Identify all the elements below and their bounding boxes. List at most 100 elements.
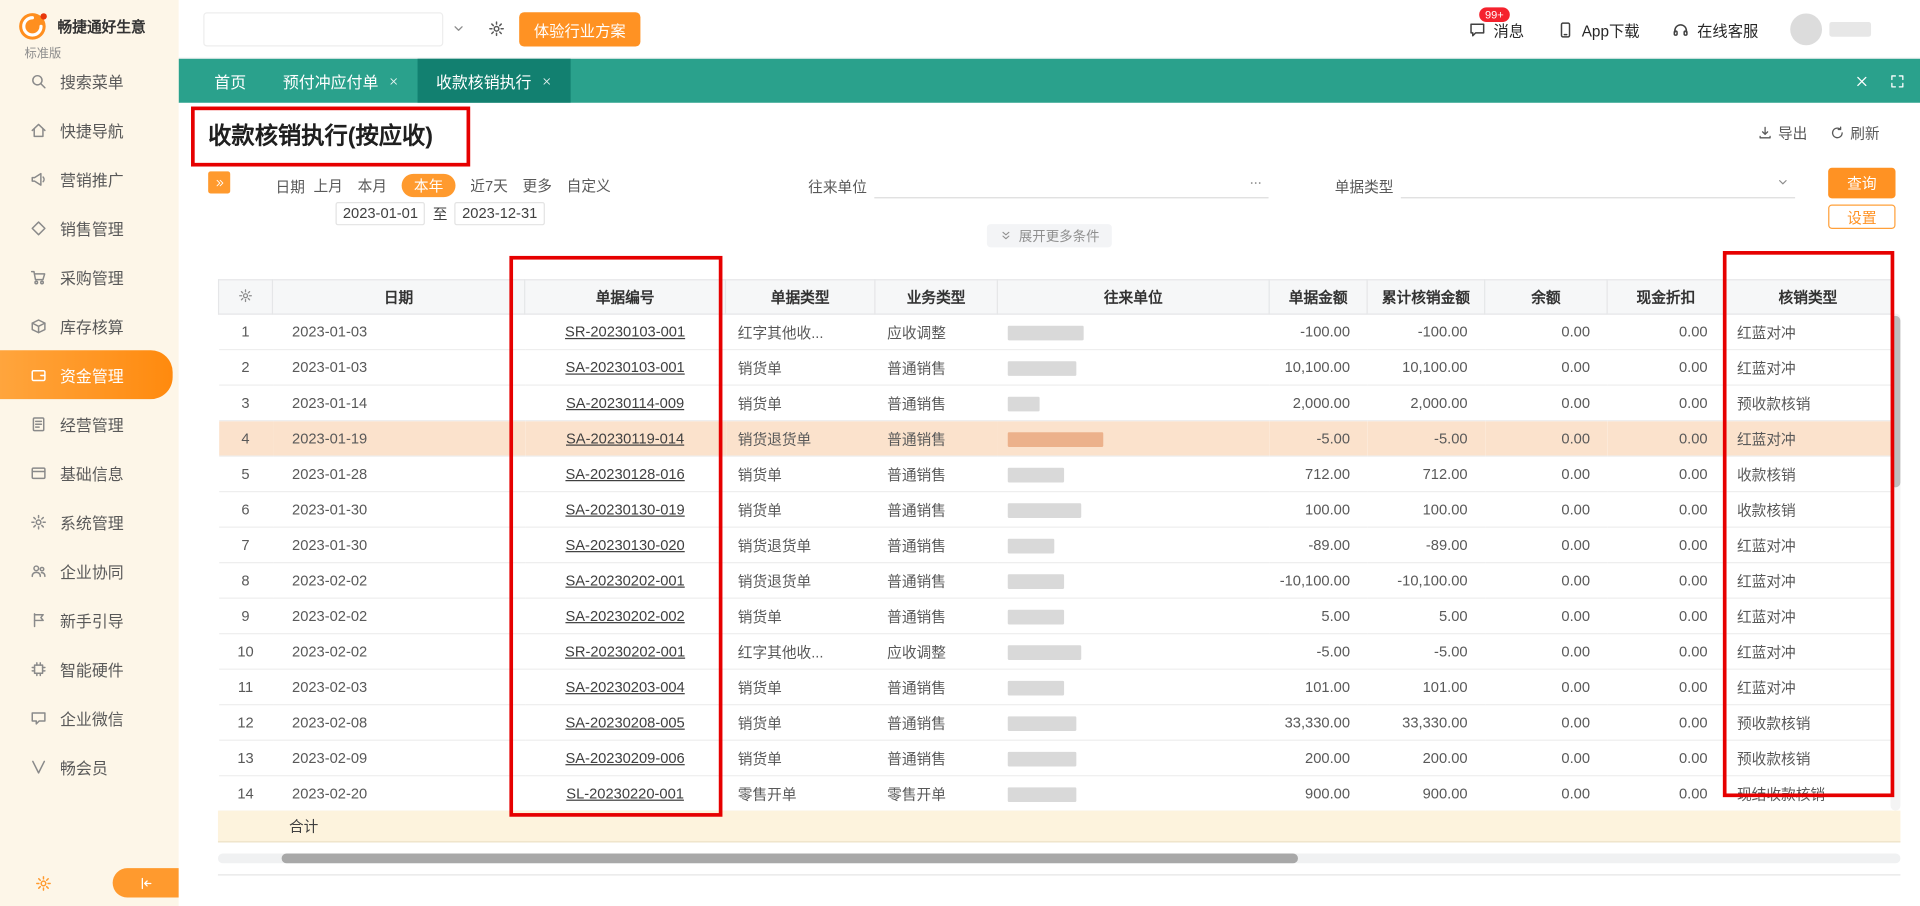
doc-no-link[interactable]: SA-20230128-016 (565, 465, 684, 482)
table-row[interactable]: 9 2023-02-02 SA-20230202-002 销货单 普通销售 5.00 5.0… (218, 598, 1892, 635)
table-row[interactable]: 4 2023-01-19 SA-20230119-014 销货退货单 普通销售 -5.00… (218, 420, 1892, 457)
column-header[interactable]: 单据类型 (724, 279, 876, 315)
horizontal-scrollbar[interactable] (217, 853, 1901, 864)
sidebar-item-8[interactable]: 经营管理 (0, 399, 179, 448)
org-select-redacted[interactable] (203, 12, 444, 47)
cell-balance: 0.00 (1484, 740, 1608, 777)
doc-no-link[interactable]: SA-20230203-004 (565, 678, 684, 695)
export-button[interactable]: 导出 (1757, 122, 1807, 143)
sidebar-item-label: 库存核算 (60, 317, 124, 337)
sidebar-item-4[interactable]: 销售管理 (0, 203, 179, 252)
table-row[interactable]: 2 2023-01-03 SA-20230103-001 销货单 普通销售 10,100.… (218, 349, 1892, 386)
cell-biz-type: 普通销售 (874, 420, 998, 457)
doc-no-link[interactable]: SL-20230220-001 (566, 785, 684, 802)
date-option[interactable]: 近7天 (470, 174, 508, 195)
column-settings-icon[interactable] (238, 287, 254, 303)
partner-input[interactable] (874, 168, 1269, 199)
messages-badge: 99+ (1478, 6, 1510, 23)
cell-applied: 101.00 (1367, 669, 1485, 706)
doc-no-link[interactable]: SA-20230114-009 (566, 394, 684, 411)
vertical-scrollbar-thumb[interactable] (1890, 315, 1901, 488)
cell-apply-type: 预收款核销 (1724, 740, 1892, 777)
doc-no-link[interactable]: SA-20230208-005 (565, 714, 684, 731)
column-header[interactable]: 日期 (271, 279, 526, 315)
column-header[interactable]: 核销类型 (1724, 279, 1892, 315)
sidebar-item-9[interactable]: 基础信息 (0, 448, 179, 497)
trial-solution-button[interactable]: 体验行业方案 (519, 12, 641, 47)
table-row[interactable]: 7 2023-01-30 SA-20230130-020 销货退货单 普通销售 -89.0… (218, 527, 1892, 564)
date-option[interactable]: 本年 (401, 173, 456, 197)
messages-button[interactable]: 消息 99+ (1468, 6, 1524, 41)
doc-no-link[interactable]: SR-20230103-001 (565, 323, 685, 340)
more-dots-icon[interactable] (1248, 175, 1264, 191)
table-row[interactable]: 6 2023-01-30 SA-20230130-019 销货单 普通销售 100.00 1… (218, 491, 1892, 528)
expand-more-button[interactable]: 展开更多条件 (986, 224, 1112, 248)
sidebar-collapse-button[interactable] (112, 868, 179, 898)
sidebar-item-15[interactable]: 畅会员 (0, 742, 179, 791)
tab-2[interactable]: 预付冲应付单 (265, 59, 418, 103)
horizontal-scrollbar-thumb[interactable] (281, 853, 1298, 864)
close-icon[interactable] (1854, 73, 1870, 89)
table-row[interactable]: 13 2023-02-09 SA-20230209-006 销货单 普通销售 200.00… (218, 740, 1892, 777)
sidebar-item-13[interactable]: 智能硬件 (0, 644, 179, 693)
sidebar-item-3[interactable]: 营销推广 (0, 154, 179, 203)
column-header[interactable]: 累计核销金额 (1366, 279, 1486, 315)
sidebar-item-6[interactable]: 库存核算 (0, 301, 179, 350)
table-row[interactable]: 5 2023-01-28 SA-20230128-016 销货单 普通销售 712.00 7… (218, 456, 1892, 493)
sidebar-item-2[interactable]: 快捷导航 (0, 105, 179, 154)
sidebar-item-12[interactable]: 新手引导 (0, 595, 179, 644)
date-from-field[interactable]: 2023-01-01 (335, 202, 426, 226)
filter-settings-button[interactable]: 设置 (1828, 204, 1896, 229)
tab-1[interactable]: 首页 (196, 59, 265, 103)
filter-collapse-button[interactable] (208, 171, 231, 194)
tab-3[interactable]: 收款核销执行 (417, 58, 571, 103)
column-header[interactable]: 业务类型 (874, 279, 998, 315)
doctype-select[interactable] (1400, 168, 1796, 199)
fullscreen-icon[interactable] (1889, 73, 1905, 89)
sidebar-item-14[interactable]: 企业微信 (0, 693, 179, 742)
doc-no-link[interactable]: SA-20230119-014 (566, 430, 684, 447)
table-row[interactable]: 12 2023-02-08 SA-20230208-005 销货单 普通销售 33,330… (218, 704, 1892, 741)
column-header[interactable]: 余额 (1484, 279, 1608, 315)
cell-applied: 33,330.00 (1367, 704, 1485, 741)
sidebar-item-1[interactable]: 搜索菜单 (0, 56, 179, 105)
doc-no-link[interactable]: SR-20230202-001 (565, 643, 685, 660)
table-row[interactable]: 11 2023-02-03 SA-20230203-004 销货单 普通销售 101.00… (218, 669, 1892, 706)
online-support-button[interactable]: 在线客服 (1671, 18, 1758, 41)
table-row[interactable]: 3 2023-01-14 SA-20230114-009 销货单 普通销售 2,000.0… (218, 385, 1892, 422)
sidebar-item-7[interactable]: 资金管理 (0, 350, 173, 400)
tab-close-icon[interactable] (388, 75, 399, 86)
gear-icon[interactable] (487, 20, 505, 38)
sidebar-item-5[interactable]: 采购管理 (0, 252, 179, 301)
doc-no-link[interactable]: SA-20230130-020 (565, 536, 684, 553)
refresh-button[interactable]: 刷新 (1829, 122, 1880, 143)
sidebar-item-11[interactable]: 企业协同 (0, 546, 179, 595)
table-row[interactable]: 8 2023-02-02 SA-20230202-001 销货退货单 普通销售 -10,1… (218, 562, 1892, 599)
user-avatar[interactable] (1790, 13, 1872, 46)
date-option[interactable]: 更多 (523, 174, 552, 195)
column-header[interactable]: 现金折扣 (1606, 279, 1726, 315)
sidebar-item-10[interactable]: 系统管理 (0, 497, 179, 546)
cell-doc-type: 零售开单 (725, 775, 875, 812)
sidebar-settings-gear-icon[interactable] (34, 874, 52, 892)
doc-no-link[interactable]: SA-20230103-001 (565, 359, 684, 376)
date-option[interactable]: 自定义 (567, 174, 611, 195)
column-header[interactable]: 往来单位 (996, 279, 1270, 315)
doc-no-link[interactable]: SA-20230202-002 (565, 607, 684, 624)
column-header[interactable]: 单据编号 (524, 279, 727, 315)
tab-close-icon[interactable] (541, 75, 552, 86)
app-download-button[interactable]: App下载 (1556, 18, 1640, 41)
doc-no-link[interactable]: SA-20230202-001 (565, 572, 684, 589)
date-option[interactable]: 上月 (313, 174, 342, 195)
date-to-field[interactable]: 2023-12-31 (454, 202, 545, 226)
table-row[interactable]: 1 2023-01-03 SR-20230103-001 红字其他收... 应收调整 -1… (218, 314, 1892, 351)
table-row[interactable]: 14 2023-02-20 SL-20230220-001 零售开单 零售开单 900.0… (218, 775, 1892, 812)
query-button[interactable]: 查询 (1828, 167, 1896, 199)
chevron-down-icon[interactable] (451, 21, 467, 37)
doc-no-link[interactable]: SA-20230130-019 (565, 501, 684, 518)
doc-no-link[interactable]: SA-20230209-006 (565, 749, 684, 766)
column-header[interactable]: 单据金额 (1268, 279, 1368, 315)
date-option[interactable]: 本月 (358, 174, 387, 195)
table-row[interactable]: 10 2023-02-02 SR-20230202-001 红字其他收... 应收调整 -… (218, 633, 1892, 670)
vertical-scrollbar[interactable] (1890, 313, 1901, 811)
